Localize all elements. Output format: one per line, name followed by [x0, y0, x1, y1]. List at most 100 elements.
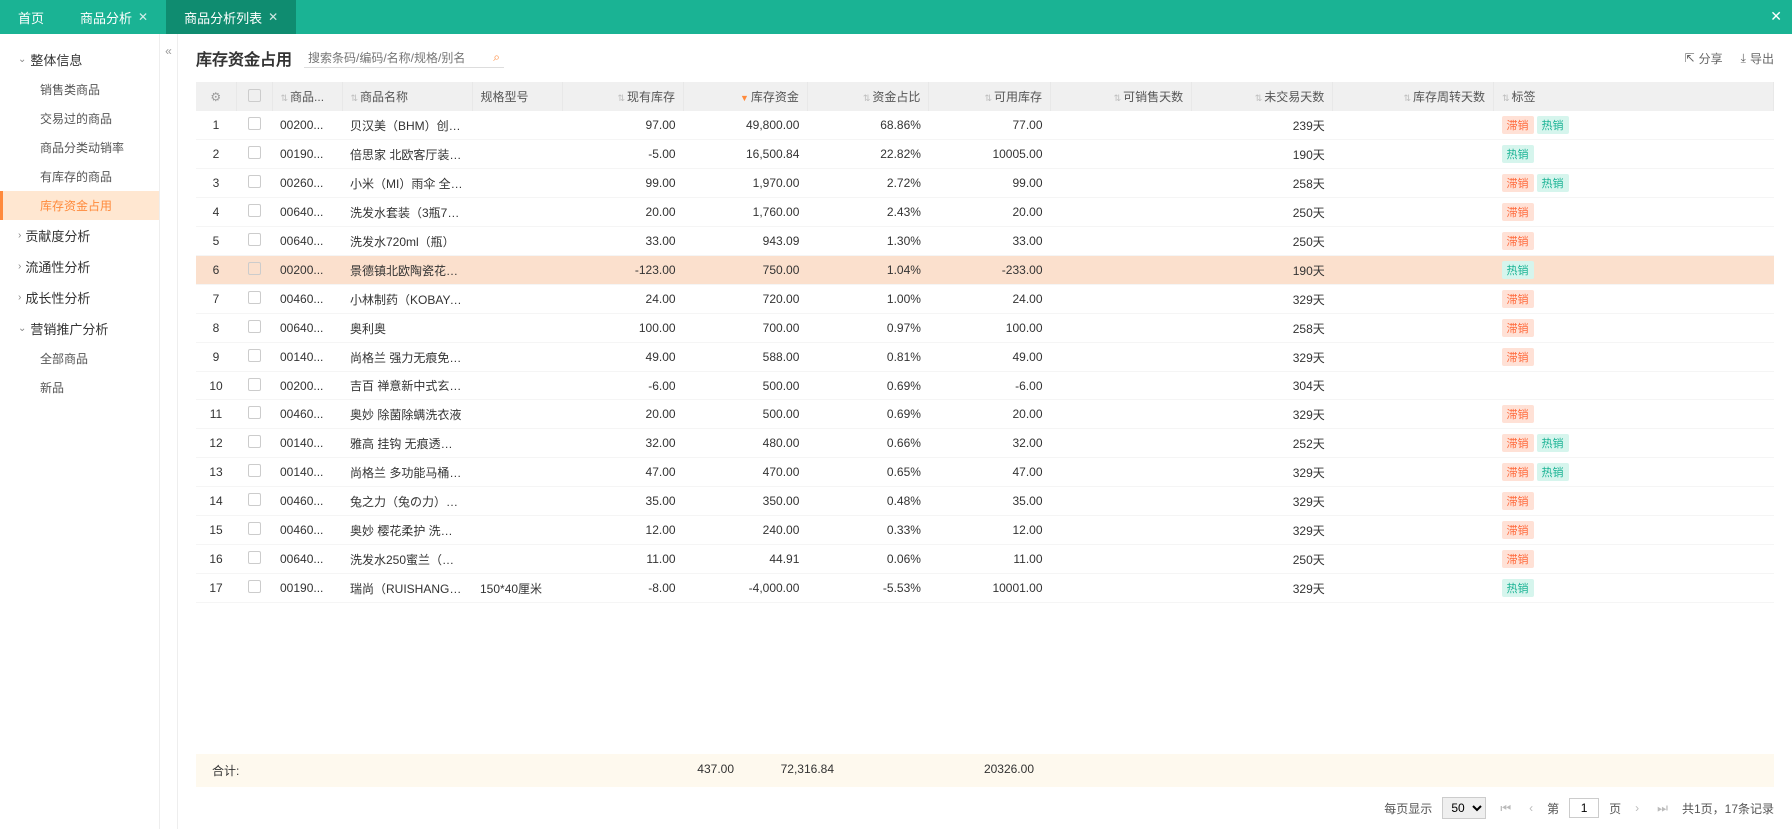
search-icon[interactable]: ⌕	[493, 50, 500, 65]
sidebar-group-market[interactable]: ⌄营销推广分析	[0, 313, 159, 344]
chevron-right-icon: ›	[18, 230, 21, 241]
table-row[interactable]: 1700190...瑞尚（RUISHANG）卧室灯150*40厘米-8.00-4…	[196, 574, 1774, 603]
table-row[interactable]: 1400460...兔之力（兔の力）粘毛器粘35.00350.000.48%35…	[196, 487, 1774, 516]
tag-hot: 热销	[1537, 434, 1569, 452]
table-row[interactable]: 1000200...吉百 禅意新中式玄关摆件客-6.00500.000.69%-…	[196, 372, 1774, 400]
row-checkbox[interactable]	[236, 516, 272, 545]
row-checkbox[interactable]	[236, 458, 272, 487]
totals-row: 合计: 437.00 72,316.84 20326.00	[196, 754, 1774, 787]
row-checkbox[interactable]	[236, 140, 272, 169]
top-tabbar: 首页商品分析✕商品分析列表✕ ✕	[0, 0, 1792, 34]
tab-close-icon[interactable]: ✕	[268, 10, 278, 24]
close-all-icon[interactable]: ✕	[1770, 8, 1782, 25]
col-funds[interactable]: ▼库存资金	[684, 82, 808, 111]
table-row[interactable]: 600200...景德镇北欧陶瓷花瓶摆件 优-123.00750.001.04%…	[196, 256, 1774, 285]
chevron-right-icon: ›	[18, 292, 21, 303]
table-row[interactable]: 800640...奥利奥100.00700.000.97%100.00258天滞…	[196, 314, 1774, 343]
row-checkbox[interactable]	[236, 169, 272, 198]
chevron-down-icon: ⌄	[18, 323, 26, 334]
tag-slow: 滞销	[1502, 290, 1534, 308]
sidebar-group-liquid[interactable]: ›流通性分析	[0, 251, 159, 282]
data-table: ⚙ ⇅商品... ⇅商品名称 规格型号 ⇅现有库存 ▼库存资金 ⇅资金占比 ⇅可…	[196, 82, 1774, 603]
table-row[interactable]: 500640...洗发水720ml（瓶）33.00943.091.30%33.0…	[196, 227, 1774, 256]
sidebar-item[interactable]: 库存资金占用	[0, 191, 159, 220]
search-input[interactable]	[308, 51, 493, 65]
gear-icon: ⚙	[210, 90, 221, 104]
col-name[interactable]: ⇅商品名称	[342, 82, 472, 111]
tag-slow: 滞销	[1502, 203, 1534, 221]
row-checkbox[interactable]	[236, 198, 272, 227]
row-checkbox[interactable]	[236, 400, 272, 429]
col-tags[interactable]: ⇅标签	[1494, 82, 1774, 111]
col-settings[interactable]: ⚙	[196, 82, 236, 111]
table-row[interactable]: 1600640...洗发水250蜜兰（袋）11.0044.910.06%11.0…	[196, 545, 1774, 574]
row-checkbox[interactable]	[236, 545, 272, 574]
table-row[interactable]: 100200...贝汉美（BHM）创意北欧风97.0049,800.0068.8…	[196, 111, 1774, 140]
tag-slow: 滞销	[1502, 348, 1534, 366]
tag-hot: 热销	[1537, 116, 1569, 134]
sidebar-item[interactable]: 销售类商品	[0, 75, 159, 104]
table-row[interactable]: 400640...洗发水套装（3瓶720ml+1）20.001,760.002.…	[196, 198, 1774, 227]
sidebar-item[interactable]: 新品	[0, 373, 159, 402]
chevron-down-icon: ⌄	[18, 54, 26, 65]
tag-slow: 滞销	[1502, 521, 1534, 539]
tab-首页[interactable]: 首页	[0, 0, 62, 34]
row-checkbox[interactable]	[236, 256, 272, 285]
table-row[interactable]: 900140...尚格兰 强力无痕免打孔浴室49.00588.000.81%49…	[196, 343, 1774, 372]
page-last-icon[interactable]: ⏭	[1653, 801, 1672, 816]
sidebar: ⌄整体信息 销售类商品交易过的商品商品分类动销率有库存的商品库存资金占用 ›贡献…	[0, 34, 160, 829]
sidebar-group-overall[interactable]: ⌄整体信息	[0, 44, 159, 75]
tag-hot: 热销	[1502, 579, 1534, 597]
sidebar-item[interactable]: 交易过的商品	[0, 104, 159, 133]
col-code[interactable]: ⇅商品...	[272, 82, 342, 111]
row-checkbox[interactable]	[236, 285, 272, 314]
col-turn-days[interactable]: ⇅库存周转天数	[1333, 82, 1494, 111]
table-row[interactable]: 700460...小林制药（KOBAYASHI）E24.00720.001.00…	[196, 285, 1774, 314]
table-row[interactable]: 1200140...雅高 挂钩 无痕透明粘钩 强32.00480.000.66%…	[196, 429, 1774, 458]
row-checkbox[interactable]	[236, 111, 272, 140]
row-checkbox[interactable]	[236, 227, 272, 256]
sidebar-item[interactable]: 有库存的商品	[0, 162, 159, 191]
tab-商品分析列表[interactable]: 商品分析列表✕	[166, 0, 296, 34]
table-row[interactable]: 1100460...奥妙 除菌除螨洗衣液20.00500.000.69%20.0…	[196, 400, 1774, 429]
chevron-right-icon: ›	[18, 261, 21, 272]
col-avail[interactable]: ⇅可用库存	[929, 82, 1051, 111]
row-checkbox[interactable]	[236, 429, 272, 458]
page-next-icon[interactable]: ›	[1631, 801, 1643, 815]
row-checkbox[interactable]	[236, 372, 272, 400]
col-checkbox-all[interactable]	[236, 82, 272, 111]
row-checkbox[interactable]	[236, 343, 272, 372]
tab-商品分析[interactable]: 商品分析✕	[62, 0, 166, 34]
col-pct[interactable]: ⇅资金占比	[807, 82, 929, 111]
search-box[interactable]: ⌕	[304, 48, 504, 68]
tag-slow: 滞销	[1502, 116, 1534, 134]
row-checkbox[interactable]	[236, 314, 272, 343]
tag-hot: 热销	[1537, 463, 1569, 481]
col-sale-days[interactable]: ⇅可销售天数	[1051, 82, 1192, 111]
export-button[interactable]: ⤓ 导出	[1741, 50, 1774, 67]
table-row[interactable]: 300260...小米（MI）雨伞 全自动折叠99.001,970.002.72…	[196, 169, 1774, 198]
col-spec[interactable]: 规格型号	[472, 82, 562, 111]
col-stock[interactable]: ⇅现有库存	[562, 82, 684, 111]
sidebar-item[interactable]: 商品分类动销率	[0, 133, 159, 162]
page-summary: 共1页，17条记录	[1682, 800, 1774, 817]
table-row[interactable]: 1300140...尚格兰 多功能马桶刷套装 带47.00470.000.65%…	[196, 458, 1774, 487]
sidebar-group-growth[interactable]: ›成长性分析	[0, 282, 159, 313]
row-checkbox[interactable]	[236, 487, 272, 516]
page-input[interactable]	[1569, 798, 1599, 818]
page-title: 库存资金占用	[196, 46, 292, 70]
per-page-select[interactable]: 50	[1442, 797, 1486, 819]
tag-slow: 滞销	[1502, 174, 1534, 192]
share-button[interactable]: ⇱ 分享	[1685, 50, 1723, 67]
col-notrade[interactable]: ⇅未交易天数	[1192, 82, 1333, 111]
page-first-icon[interactable]: ⏮	[1496, 801, 1515, 816]
row-checkbox[interactable]	[236, 574, 272, 603]
page-prev-icon[interactable]: ‹	[1525, 801, 1537, 815]
tab-close-icon[interactable]: ✕	[138, 10, 148, 24]
table-row[interactable]: 1500460...奥妙 樱花柔护 洗衣凝珠 1012.00240.000.33…	[196, 516, 1774, 545]
tag-slow: 滞销	[1502, 463, 1534, 481]
sidebar-collapse-icon[interactable]: «	[160, 34, 178, 829]
table-row[interactable]: 200190...倍思家 北欧客厅装饰画卧室-5.0016,500.8422.8…	[196, 140, 1774, 169]
sidebar-item[interactable]: 全部商品	[0, 344, 159, 373]
sidebar-group-contrib[interactable]: ›贡献度分析	[0, 220, 159, 251]
